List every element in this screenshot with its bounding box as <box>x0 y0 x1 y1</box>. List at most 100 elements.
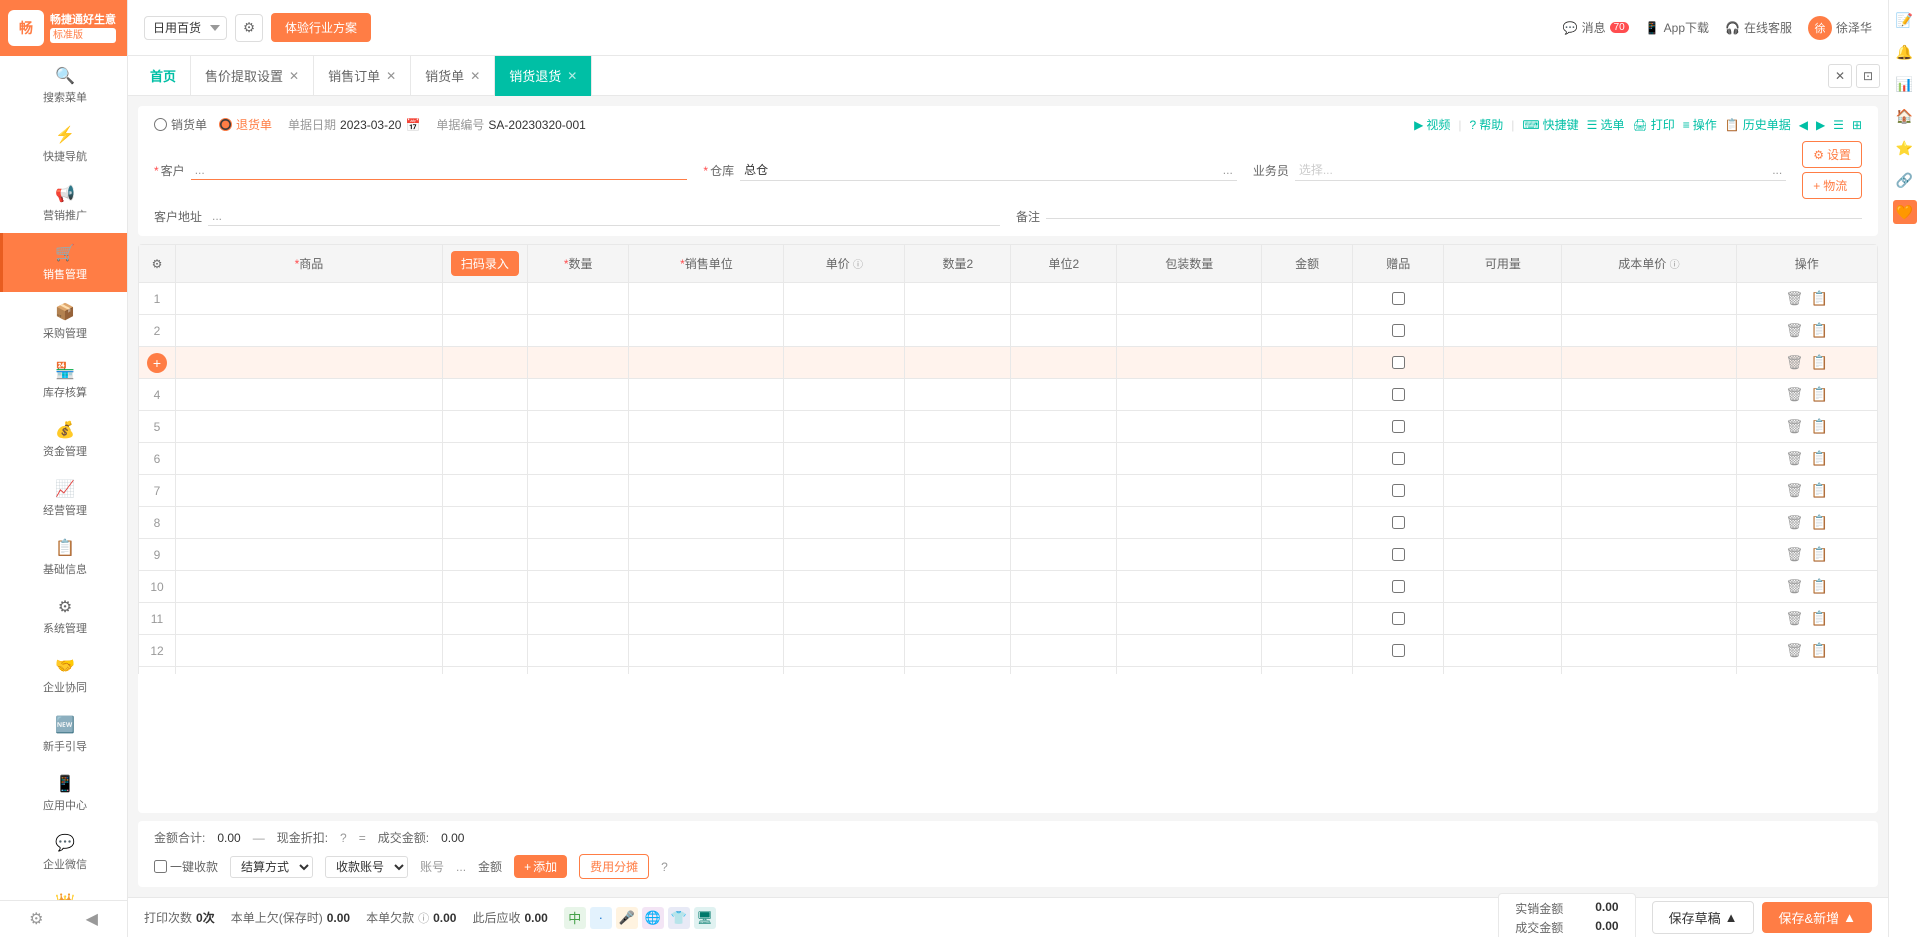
sales-unit-cell[interactable] <box>629 539 784 571</box>
unit2-cell[interactable] <box>1011 379 1117 411</box>
video-action[interactable]: ▶ 视频 <box>1414 116 1450 133</box>
qty-cell[interactable] <box>527 315 629 347</box>
product-cell[interactable] <box>176 347 443 379</box>
topbar-settings-button[interactable]: ⚙ <box>235 14 263 42</box>
add-row-btn[interactable]: + <box>147 353 167 373</box>
amount-cell[interactable] <box>1261 475 1352 507</box>
tab-layout-btn[interactable]: ⊡ <box>1856 64 1880 88</box>
address-input[interactable]: ... <box>208 207 1000 226</box>
unit-price-cell[interactable] <box>784 603 905 635</box>
sidebar-settings-btn[interactable]: ⚙ <box>29 909 43 929</box>
available-cell[interactable] <box>1444 635 1562 667</box>
gift-checkbox[interactable] <box>1392 420 1405 433</box>
s-icon4[interactable]: 🌐 <box>642 907 664 929</box>
tab-sales-delivery-close[interactable]: ✕ <box>470 69 480 83</box>
qty-cell[interactable] <box>527 635 629 667</box>
next-action[interactable]: ▶ <box>1816 118 1825 132</box>
pkg-qty-cell[interactable] <box>1117 411 1262 443</box>
delete-row-btn[interactable]: 🗑 <box>1783 576 1805 597</box>
qty-cell[interactable] <box>527 603 629 635</box>
scan-btn[interactable]: 扫码录入 <box>451 251 519 276</box>
delete-row-btn[interactable]: 🗑 <box>1783 512 1805 533</box>
qty-cell[interactable] <box>527 571 629 603</box>
product-cell[interactable] <box>176 283 443 315</box>
gift-checkbox[interactable] <box>1392 580 1405 593</box>
unit-price-cell[interactable] <box>784 443 905 475</box>
qty2-cell[interactable] <box>905 539 1011 571</box>
qty-cell[interactable] <box>527 507 629 539</box>
help-action[interactable]: ? 帮助 <box>1470 116 1504 133</box>
unit-price-cell[interactable] <box>784 379 905 411</box>
remark-input[interactable] <box>1046 214 1862 219</box>
user-item[interactable]: 徐 徐泽华 <box>1808 16 1872 40</box>
right-panel-icon-2[interactable]: 🔔 <box>1893 40 1917 64</box>
sales-unit-cell[interactable] <box>629 411 784 443</box>
gift-checkbox[interactable] <box>1392 644 1405 657</box>
available-cell[interactable] <box>1444 667 1562 675</box>
delete-row-btn[interactable]: 🗑 <box>1783 320 1805 341</box>
available-cell[interactable] <box>1444 475 1562 507</box>
delete-row-btn[interactable]: 🗑 <box>1783 640 1805 661</box>
cost-price-cell[interactable] <box>1562 635 1736 667</box>
copy-row-btn[interactable]: 📋 <box>1809 640 1830 661</box>
radio-sales-input[interactable] <box>154 118 167 131</box>
pkg-qty-cell[interactable] <box>1117 507 1262 539</box>
sidebar-item-wechat[interactable]: 💬 企业微信 <box>0 823 127 882</box>
unit2-cell[interactable] <box>1011 507 1117 539</box>
shortcut-action[interactable]: ⌨ 快捷键 <box>1522 116 1578 133</box>
sales-unit-cell[interactable] <box>629 571 784 603</box>
product-cell[interactable] <box>176 411 443 443</box>
notification-item[interactable]: 💬 消息 70 <box>1563 19 1629 36</box>
product-cell[interactable] <box>176 507 443 539</box>
sidebar-item-inventory[interactable]: 🏪 库存核算 <box>0 351 127 410</box>
qty-cell[interactable] <box>527 379 629 411</box>
tab-sales-order-close[interactable]: ✕ <box>386 69 396 83</box>
unit-price-cell[interactable] <box>784 539 905 571</box>
sales-unit-cell[interactable] <box>629 315 784 347</box>
gift-checkbox[interactable] <box>1392 612 1405 625</box>
qty2-cell[interactable] <box>905 347 1011 379</box>
gift-checkbox[interactable] <box>1392 388 1405 401</box>
pkg-qty-cell[interactable] <box>1117 667 1262 675</box>
unit-price-cell[interactable] <box>784 347 905 379</box>
available-cell[interactable] <box>1444 315 1562 347</box>
save-new-btn[interactable]: 保存&新增 ▲ <box>1762 902 1872 933</box>
cost-price-cell[interactable] <box>1562 379 1736 411</box>
qty-cell[interactable] <box>527 411 629 443</box>
sidebar-item-member[interactable]: 👑 畅会员 <box>0 882 127 900</box>
list-view-action[interactable]: ☰ <box>1833 118 1844 132</box>
qty2-cell[interactable] <box>905 635 1011 667</box>
qty-cell[interactable] <box>527 667 629 675</box>
unit-price-cell[interactable] <box>784 283 905 315</box>
one-click-payment-input[interactable] <box>154 860 167 873</box>
calc-method-select[interactable]: 结算方式 <box>230 856 313 878</box>
unit2-cell[interactable] <box>1011 347 1117 379</box>
delete-row-btn[interactable]: 🗑 <box>1783 448 1805 469</box>
sales-unit-cell[interactable] <box>629 347 784 379</box>
s-icon1[interactable]: 中 <box>564 907 586 929</box>
unit-price-cell[interactable] <box>784 411 905 443</box>
sales-unit-cell[interactable] <box>629 283 784 315</box>
gift-cell[interactable] <box>1353 539 1444 571</box>
gift-checkbox[interactable] <box>1392 452 1405 465</box>
amount-cell[interactable] <box>1261 283 1352 315</box>
unit-price-cell[interactable] <box>784 635 905 667</box>
cost-price-cell[interactable] <box>1562 571 1736 603</box>
amount-cell[interactable] <box>1261 315 1352 347</box>
th-scan[interactable]: 扫码录入 <box>442 245 527 283</box>
qty2-cell[interactable] <box>905 379 1011 411</box>
unit-price-cell[interactable] <box>784 667 905 675</box>
unit2-cell[interactable] <box>1011 443 1117 475</box>
sidebar-item-enterprise[interactable]: 🤝 企业协同 <box>0 646 127 705</box>
product-cell[interactable] <box>176 315 443 347</box>
gift-cell[interactable] <box>1353 411 1444 443</box>
copy-row-btn[interactable]: 📋 <box>1809 512 1830 533</box>
cost-price-cell[interactable] <box>1562 667 1736 675</box>
radio-return[interactable]: 退货单 <box>219 116 272 133</box>
qty2-cell[interactable] <box>905 475 1011 507</box>
sidebar-item-app[interactable]: 📱 应用中心 <box>0 764 127 823</box>
unit-price-cell[interactable] <box>784 507 905 539</box>
right-panel-icon-7[interactable]: 🧡 <box>1893 200 1917 224</box>
grid-view-action[interactable]: ⊞ <box>1852 118 1862 132</box>
available-cell[interactable] <box>1444 539 1562 571</box>
